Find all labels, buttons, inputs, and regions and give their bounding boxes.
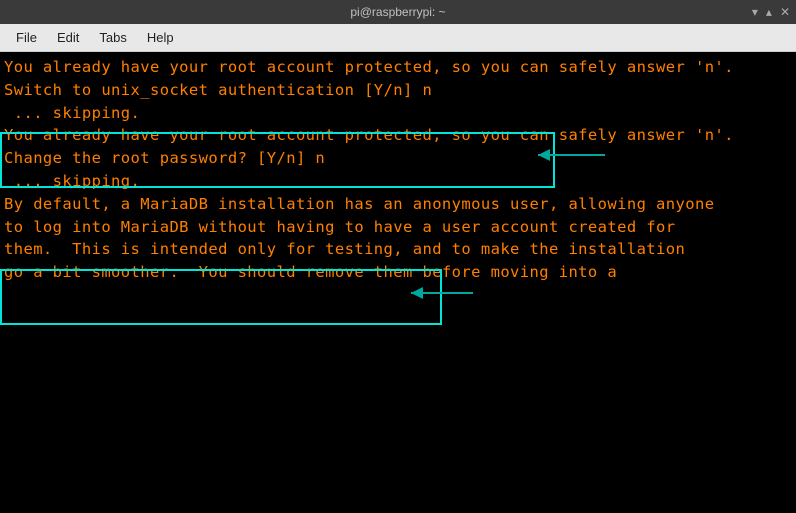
window-titlebar: pi@raspberrypi: ~ ▾ ▴ ✕ bbox=[0, 0, 796, 24]
terminal-area[interactable]: You already have your root account prote… bbox=[0, 52, 796, 513]
terminal-line: You already have your root account prote… bbox=[4, 56, 792, 79]
terminal-line: ... skipping. bbox=[4, 170, 792, 193]
close-icon[interactable]: ✕ bbox=[780, 6, 790, 18]
terminal-line: go a bit smoother. You should remove the… bbox=[4, 261, 792, 284]
terminal-line: ... skipping. bbox=[4, 102, 792, 125]
terminal-line: to log into MariaDB without having to ha… bbox=[4, 216, 792, 239]
terminal-line: them. This is intended only for testing,… bbox=[4, 238, 792, 261]
terminal-line: You already have your root account prote… bbox=[4, 124, 792, 147]
window-title: pi@raspberrypi: ~ bbox=[350, 5, 445, 19]
maximize-icon[interactable]: ▴ bbox=[766, 6, 772, 18]
terminal-line: Switch to unix_socket authentication [Y/… bbox=[4, 79, 792, 102]
terminal-line: Change the root password? [Y/n] n bbox=[4, 147, 792, 170]
terminal-line: By default, a MariaDB installation has a… bbox=[4, 193, 792, 216]
menu-tabs[interactable]: Tabs bbox=[91, 28, 134, 47]
menubar: File Edit Tabs Help bbox=[0, 24, 796, 52]
menu-file[interactable]: File bbox=[8, 28, 45, 47]
minimize-icon[interactable]: ▾ bbox=[752, 6, 758, 18]
annotation-arrow-icon bbox=[403, 283, 483, 303]
menu-edit[interactable]: Edit bbox=[49, 28, 87, 47]
window-controls: ▾ ▴ ✕ bbox=[752, 6, 790, 18]
menu-help[interactable]: Help bbox=[139, 28, 182, 47]
